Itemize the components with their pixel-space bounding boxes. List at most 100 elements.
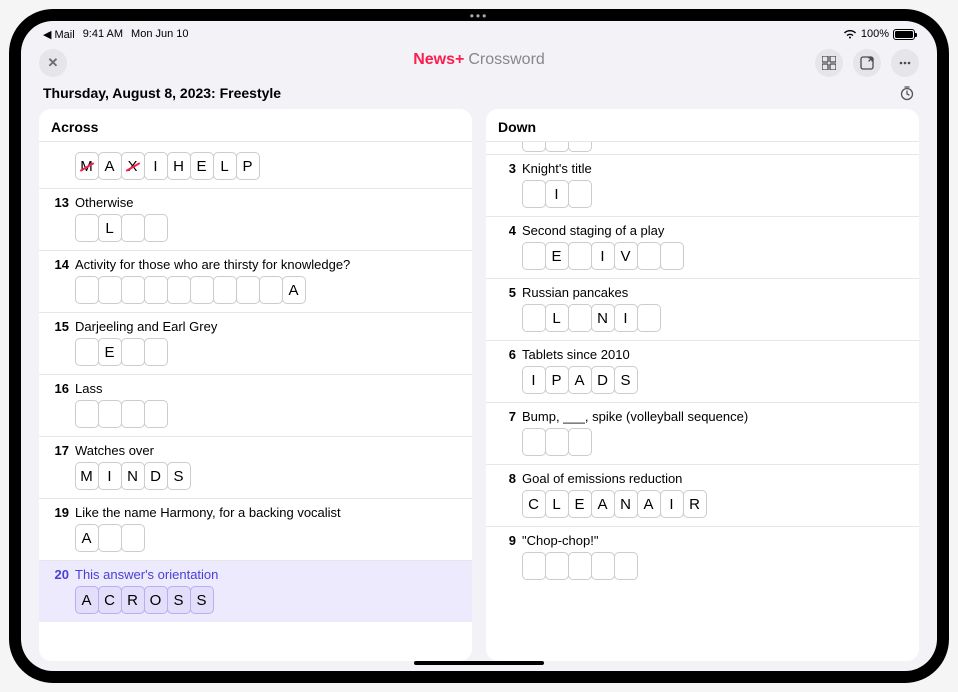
letter-cell[interactable] [259, 276, 283, 304]
letter-cell[interactable] [568, 242, 592, 270]
clue-item[interactable]: 7Bump, ___, spike (volleyball sequence) [486, 402, 919, 464]
letter-cell[interactable]: C [522, 490, 546, 518]
across-clue-list[interactable]: MAXIHELP13OtherwiseL14Activity for those… [39, 141, 472, 661]
letter-cell[interactable] [75, 214, 99, 242]
letter-cell[interactable] [522, 552, 546, 580]
letter-cell[interactable] [522, 304, 546, 332]
letter-cell[interactable]: A [568, 366, 592, 394]
letter-cell[interactable] [568, 180, 592, 208]
letter-cell[interactable] [614, 552, 638, 580]
clue-item[interactable]: 4Second staging of a playEIV [486, 216, 919, 278]
clue-item[interactable]: 5Russian pancakesLNI [486, 278, 919, 340]
letter-cell[interactable] [98, 524, 122, 552]
clue-item[interactable]: MAXIHELP [39, 141, 472, 188]
letter-cell[interactable]: S [190, 586, 214, 614]
letter-cell[interactable] [75, 276, 99, 304]
letter-cell[interactable] [660, 242, 684, 270]
letter-cell[interactable]: I [614, 304, 638, 332]
clue-item[interactable]: 19Like the name Harmony, for a backing v… [39, 498, 472, 560]
letter-cell[interactable] [568, 552, 592, 580]
timer-icon[interactable] [899, 85, 915, 101]
letter-cell[interactable] [545, 552, 569, 580]
letter-cell[interactable] [545, 428, 569, 456]
letter-cell[interactable]: S [167, 586, 191, 614]
down-clue-list[interactable]: 3Knight's titleI4Second staging of a pla… [486, 141, 919, 661]
letter-cell[interactable] [121, 338, 145, 366]
letter-cell[interactable]: X [121, 152, 145, 180]
letter-cell[interactable] [144, 214, 168, 242]
letter-cell[interactable]: P [236, 152, 260, 180]
clue-item[interactable]: 15Darjeeling and Earl GreyE [39, 312, 472, 374]
letter-cell[interactable]: N [614, 490, 638, 518]
clue-item[interactable]: 17Watches overMINDS [39, 436, 472, 498]
letter-cell[interactable]: C [98, 586, 122, 614]
letter-cell[interactable]: I [660, 490, 684, 518]
letter-cell[interactable] [98, 276, 122, 304]
letter-cell[interactable] [522, 242, 546, 270]
letter-cell[interactable]: A [591, 490, 615, 518]
letter-cell[interactable]: A [98, 152, 122, 180]
letter-cell[interactable]: I [591, 242, 615, 270]
letter-cell[interactable]: A [75, 586, 99, 614]
letter-cell[interactable] [568, 142, 592, 152]
home-indicator[interactable] [414, 661, 544, 665]
letter-cell[interactable]: V [614, 242, 638, 270]
clue-item[interactable]: 3Knight's titleI [486, 154, 919, 216]
clue-item[interactable]: 16Lass [39, 374, 472, 436]
grid-view-button[interactable] [815, 49, 843, 77]
letter-cell[interactable]: M [75, 462, 99, 490]
letter-cell[interactable]: L [213, 152, 237, 180]
letter-cell[interactable]: I [144, 152, 168, 180]
letter-cell[interactable]: N [591, 304, 615, 332]
letter-cell[interactable] [568, 304, 592, 332]
letter-cell[interactable]: O [144, 586, 168, 614]
letter-cell[interactable] [121, 214, 145, 242]
letter-cell[interactable]: I [545, 180, 569, 208]
letter-cell[interactable] [75, 338, 99, 366]
letter-cell[interactable]: I [522, 366, 546, 394]
letter-cell[interactable]: A [282, 276, 306, 304]
letter-cell[interactable]: L [545, 490, 569, 518]
letter-cell[interactable]: E [545, 242, 569, 270]
letter-cell[interactable]: H [167, 152, 191, 180]
letter-cell[interactable] [236, 276, 260, 304]
letter-cell[interactable] [213, 276, 237, 304]
letter-cell[interactable] [637, 304, 661, 332]
letter-cell[interactable]: D [144, 462, 168, 490]
letter-cell[interactable] [591, 552, 615, 580]
letter-cell[interactable]: R [121, 586, 145, 614]
letter-cell[interactable]: L [545, 304, 569, 332]
multitask-dots[interactable]: ••• [470, 21, 489, 23]
letter-cell[interactable] [144, 338, 168, 366]
letter-cell[interactable] [121, 524, 145, 552]
letter-cell[interactable] [637, 242, 661, 270]
letter-cell[interactable] [167, 276, 191, 304]
close-button[interactable]: ✕ [39, 49, 67, 77]
clue-item[interactable]: 20This answer's orientationACROSS [39, 560, 472, 622]
more-button[interactable] [891, 49, 919, 77]
letter-cell[interactable] [190, 276, 214, 304]
clue-item[interactable]: 9"Chop-chop!" [486, 526, 919, 588]
letter-cell[interactable] [121, 400, 145, 428]
letter-cell[interactable]: M [75, 152, 99, 180]
clue-item[interactable]: 13OtherwiseL [39, 188, 472, 250]
letter-cell[interactable]: D [591, 366, 615, 394]
clue-item[interactable]: 14Activity for those who are thirsty for… [39, 250, 472, 312]
letter-cell[interactable]: S [614, 366, 638, 394]
letter-cell[interactable] [545, 142, 569, 152]
letter-cell[interactable] [121, 276, 145, 304]
letter-cell[interactable]: R [683, 490, 707, 518]
letter-cell[interactable]: A [637, 490, 661, 518]
share-button[interactable] [853, 49, 881, 77]
letter-cell[interactable] [522, 142, 546, 152]
letter-cell[interactable]: S [167, 462, 191, 490]
letter-cell[interactable] [144, 276, 168, 304]
letter-cell[interactable]: N [121, 462, 145, 490]
letter-cell[interactable]: E [98, 338, 122, 366]
letter-cell[interactable] [75, 400, 99, 428]
letter-cell[interactable]: E [190, 152, 214, 180]
clue-item[interactable]: 8Goal of emissions reductionCLEANAIR [486, 464, 919, 526]
letter-cell[interactable]: E [568, 490, 592, 518]
letter-cell[interactable] [144, 400, 168, 428]
letter-cell[interactable] [522, 428, 546, 456]
